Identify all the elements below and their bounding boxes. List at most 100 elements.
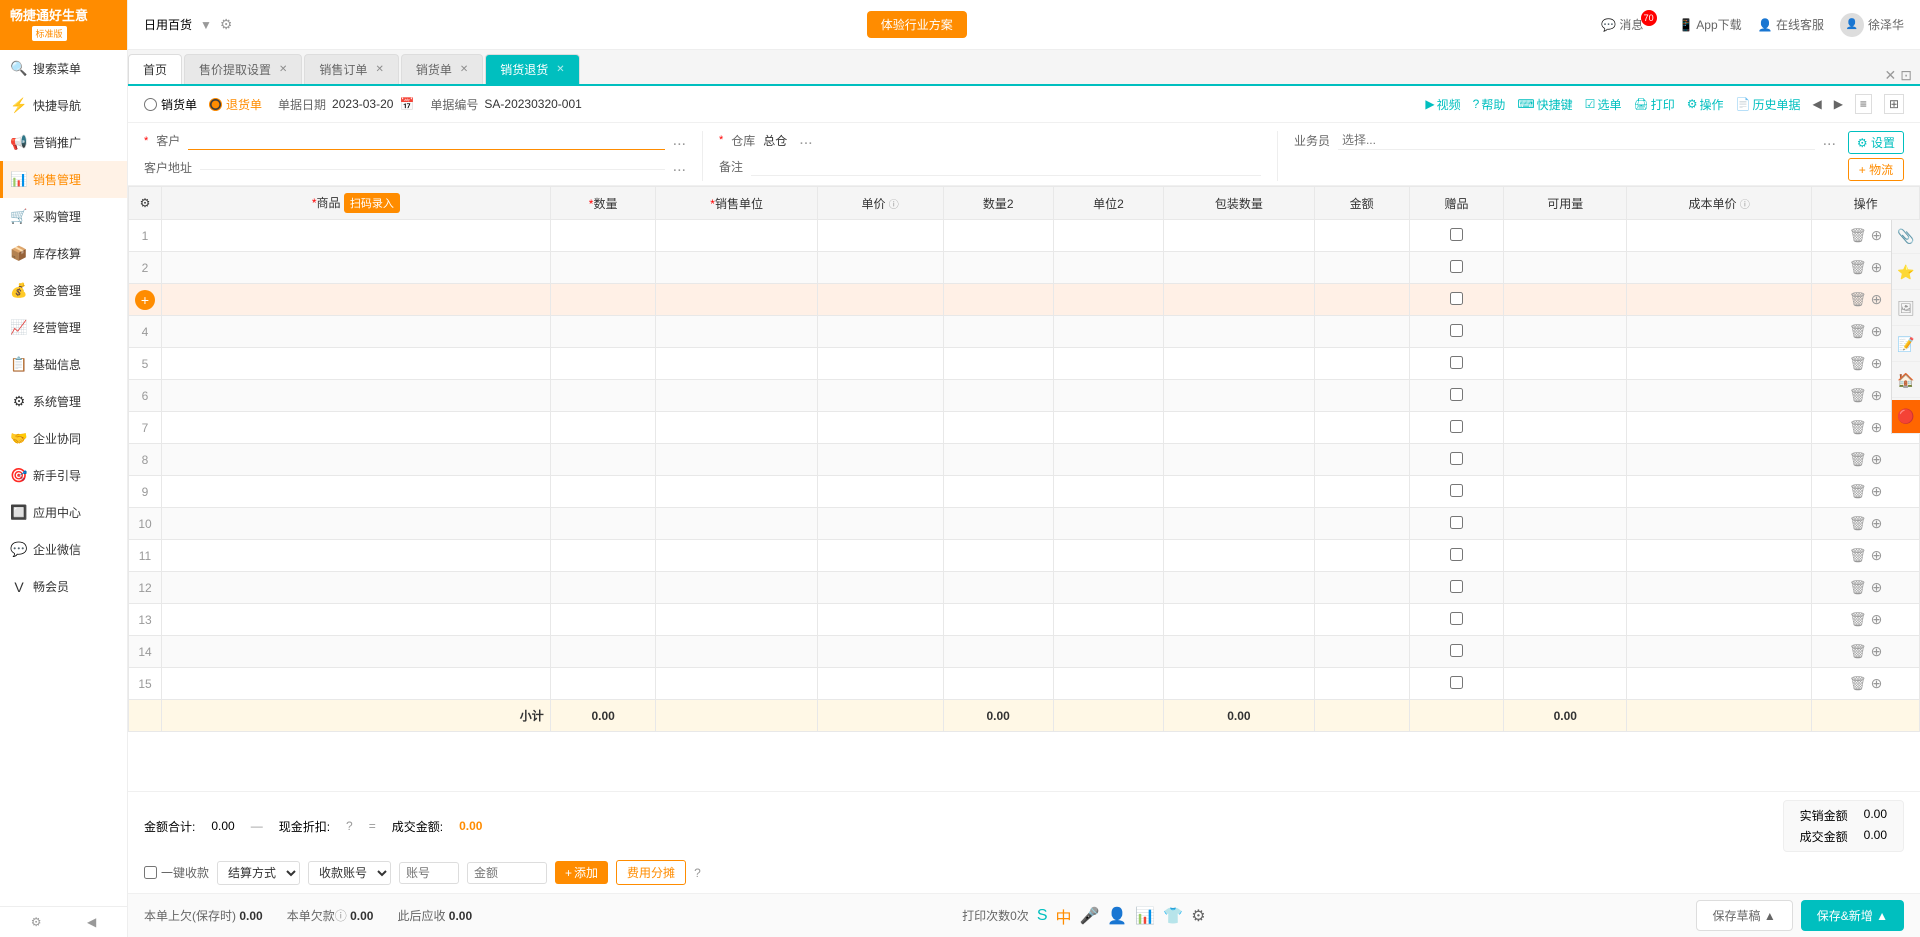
quantity-cell[interactable] <box>550 252 656 284</box>
tab-close-icon[interactable]: ✕ <box>460 64 468 75</box>
account-number-input[interactable] <box>399 862 459 884</box>
product-cell[interactable] <box>162 252 551 284</box>
toolbar-icon-5[interactable]: 📊 <box>1135 906 1155 926</box>
product-cell[interactable] <box>162 220 551 252</box>
toolbar-icon-6[interactable]: 👕 <box>1163 906 1183 926</box>
cost-price-cell[interactable] <box>1627 220 1812 252</box>
sidebar-item-purchase[interactable]: 🛒 采购管理 <box>0 198 127 235</box>
dropdown-arrow[interactable]: ▲ <box>1764 909 1776 923</box>
window-maximize-btn[interactable]: ⊡ <box>1900 67 1912 84</box>
split-btn[interactable]: 费用分摊 <box>616 860 686 885</box>
copy-row-btn[interactable]: ⊕ <box>1871 387 1883 404</box>
sales-person-input[interactable] <box>1338 131 1815 150</box>
copy-row-btn[interactable]: ⊕ <box>1871 291 1883 308</box>
customer-input[interactable] <box>188 131 664 150</box>
product-cell[interactable] <box>162 284 551 316</box>
right-icon-paperclip[interactable]: 📎 <box>1892 220 1920 254</box>
amount-cell[interactable] <box>1314 220 1409 252</box>
amount-cell[interactable] <box>1314 284 1409 316</box>
window-close-btn[interactable]: ✕ <box>1885 67 1897 84</box>
experience-btn[interactable]: 体验行业方案 <box>867 11 967 38</box>
online-service-btn[interactable]: 👤 在线客服 <box>1758 16 1824 33</box>
scan-input-btn[interactable]: 扫码录入 <box>344 193 400 213</box>
account-select[interactable]: 收款账号 <box>308 861 391 885</box>
th-settings[interactable]: ⚙ <box>129 187 162 220</box>
cost-price-cell[interactable] <box>1627 252 1812 284</box>
video-btn[interactable]: ▶ 视频 <box>1425 96 1460 113</box>
toolbar-icon-3[interactable]: 🎤 <box>1080 906 1100 926</box>
sidebar-item-search[interactable]: 🔍 搜索菜单 <box>0 50 127 87</box>
tab-close-icon[interactable]: ✕ <box>556 64 564 75</box>
delete-row-btn[interactable]: 🗑 <box>1849 515 1867 532</box>
app-download-btn[interactable]: 📱 App下载 <box>1679 16 1742 33</box>
gift-cell[interactable] <box>1409 220 1504 252</box>
message-area[interactable]: 💬 消息 70 <box>1601 16 1663 34</box>
delete-row-btn[interactable]: 🗑 <box>1849 419 1867 436</box>
right-icon-star[interactable]: ⭐ <box>1892 256 1920 290</box>
add-payment-btn[interactable]: + 添加 <box>555 861 608 884</box>
toolbar-icon-4[interactable]: 👤 <box>1107 906 1127 926</box>
available-cell[interactable] <box>1504 252 1627 284</box>
user-menu[interactable]: 👤 徐泽华 <box>1840 13 1904 37</box>
right-icon-active[interactable]: 🔴 <box>1892 400 1920 434</box>
pack-qty-cell[interactable] <box>1164 284 1314 316</box>
available-cell[interactable] <box>1504 220 1627 252</box>
radio-sales-input[interactable] <box>144 98 157 111</box>
sidebar-item-member[interactable]: V 畅会员 <box>0 568 127 605</box>
settings-bottom-icon[interactable]: ⚙ <box>31 915 42 929</box>
add-row-btn[interactable]: + <box>135 290 155 310</box>
unit-price-cell[interactable] <box>817 252 943 284</box>
gift-cell[interactable] <box>1409 284 1504 316</box>
topbar-settings-icon[interactable]: ⚙ <box>220 16 233 33</box>
sales-unit-cell[interactable] <box>656 220 817 252</box>
copy-row-btn[interactable]: ⊕ <box>1871 451 1883 468</box>
copy-row-btn[interactable]: ⊕ <box>1871 227 1883 244</box>
sidebar-item-basics[interactable]: 📋 基础信息 <box>0 346 127 383</box>
delete-row-btn[interactable]: 🗑 <box>1849 227 1867 244</box>
copy-row-btn[interactable]: ⊕ <box>1871 323 1883 340</box>
shortcut-btn[interactable]: ⌨ 快捷键 <box>1517 96 1572 113</box>
warehouse-dots[interactable]: ... <box>799 131 812 149</box>
quantity-cell[interactable] <box>550 220 656 252</box>
delete-row-btn[interactable]: 🗑 <box>1849 579 1867 596</box>
copy-row-btn[interactable]: ⊕ <box>1871 355 1883 372</box>
one-click-checkbox[interactable] <box>144 866 157 879</box>
delete-row-btn[interactable]: 🗑 <box>1849 355 1867 372</box>
customer-dots[interactable]: ... <box>673 132 686 150</box>
help-circle-icon[interactable]: ? <box>694 866 701 880</box>
toolbar-icon-1[interactable]: S <box>1037 907 1048 925</box>
calendar-icon[interactable]: 📅 <box>399 97 414 111</box>
copy-row-btn[interactable]: ⊕ <box>1871 259 1883 276</box>
delete-row-btn[interactable]: 🗑 <box>1849 643 1867 660</box>
sidebar-item-collab[interactable]: 🤝 企业协同 <box>0 420 127 457</box>
one-click-collection-label[interactable]: 一键收款 <box>144 864 209 881</box>
discount-icon[interactable]: ? <box>346 819 353 833</box>
cost-price-cell[interactable] <box>1627 284 1812 316</box>
amount-cell[interactable] <box>1314 252 1409 284</box>
topbar-dropdown-icon[interactable]: ▼ <box>200 18 212 32</box>
copy-row-btn[interactable]: ⊕ <box>1871 483 1883 500</box>
delete-row-btn[interactable]: 🗑 <box>1849 387 1867 404</box>
copy-row-btn[interactable]: ⊕ <box>1871 419 1883 436</box>
unit2-cell[interactable] <box>1053 284 1163 316</box>
tab-price-setup[interactable]: 售价提取设置 ✕ <box>184 54 302 84</box>
help-btn[interactable]: ? 帮助 <box>1473 96 1506 113</box>
copy-row-btn[interactable]: ⊕ <box>1871 643 1883 660</box>
sidebar-item-apps[interactable]: 🔲 应用中心 <box>0 494 127 531</box>
delete-row-btn[interactable]: 🗑 <box>1849 611 1867 628</box>
tab-sales-return[interactable]: 销货退货 ✕ <box>485 54 579 84</box>
select-btn[interactable]: ☑ 选单 <box>1585 96 1622 113</box>
pack-qty-cell[interactable] <box>1164 252 1314 284</box>
right-icon-home[interactable]: 🏠 <box>1892 364 1920 398</box>
nav-prev-icon[interactable]: ◀ <box>1812 97 1821 111</box>
tab-close-icon[interactable]: ✕ <box>279 64 287 75</box>
delete-row-btn[interactable]: 🗑 <box>1849 259 1867 276</box>
delete-row-btn[interactable]: 🗑 <box>1849 483 1867 500</box>
tab-sales[interactable]: 销货单 ✕ <box>401 54 483 84</box>
sidebar-item-marketing[interactable]: 📢 营销推广 <box>0 124 127 161</box>
tab-sales-order[interactable]: 销售订单 ✕ <box>304 54 398 84</box>
payment-method-select[interactable]: 结算方式 <box>217 861 300 885</box>
sidebar-item-sales[interactable]: 📊 销售管理 <box>0 161 127 198</box>
sidebar-item-guide[interactable]: 🎯 新手引导 <box>0 457 127 494</box>
unit2-cell[interactable] <box>1053 220 1163 252</box>
